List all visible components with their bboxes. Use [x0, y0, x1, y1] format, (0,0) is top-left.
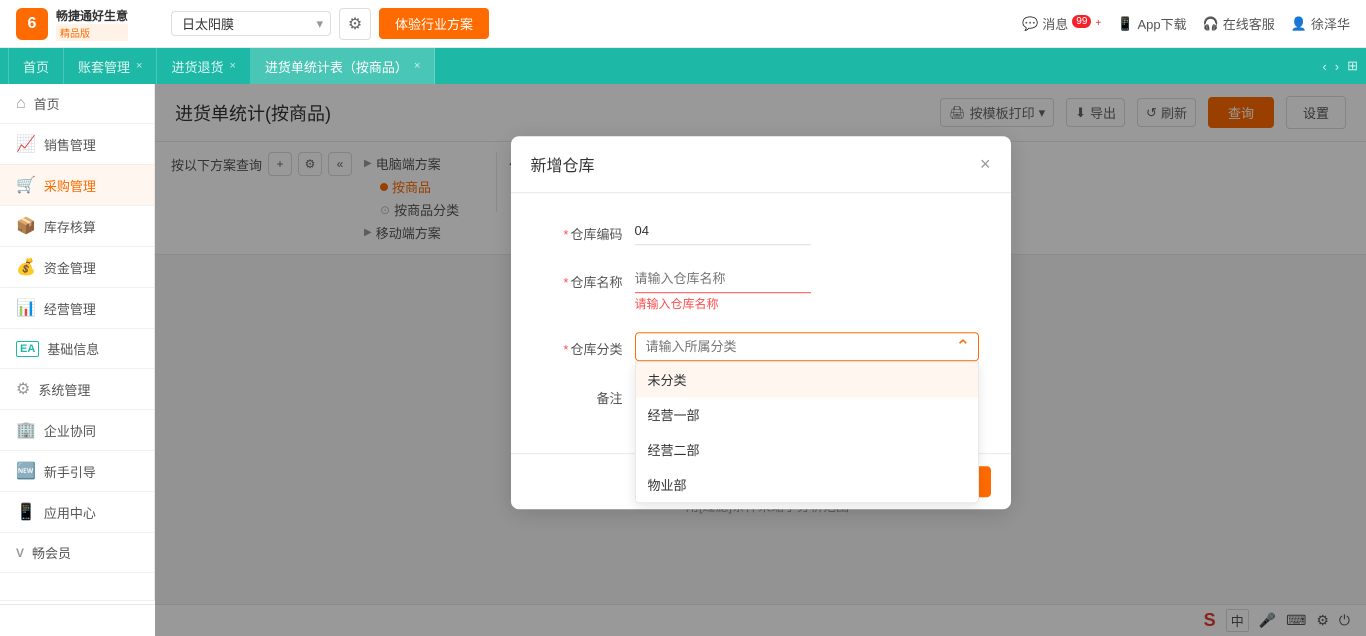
app-download-item[interactable]: 📱 App下载	[1117, 14, 1186, 33]
nav-tab-close-accounts[interactable]: ×	[136, 60, 142, 72]
sidebar-item-system[interactable]: ⚙ 系统管理	[0, 369, 154, 410]
sidebar-item-purchase[interactable]: 🛒 采购管理	[0, 165, 154, 206]
nav-tabs-actions: ‹ › ⊞	[1322, 58, 1358, 74]
category-dropdown-arrow[interactable]: ⌃	[955, 336, 970, 357]
sidebar-item-member[interactable]: V 畅会员	[0, 533, 154, 573]
category-select-wrap: ⌃ 未分类 经营一部 经营二部 物业部	[635, 332, 979, 361]
header-settings-icon[interactable]: ⚙	[339, 8, 371, 40]
basic-icon: EA	[16, 341, 39, 357]
apps-icon: 📱	[16, 502, 36, 522]
sidebar-item-finance[interactable]: 💰 资金管理	[0, 247, 154, 288]
phone-icon: 📱	[1117, 16, 1133, 32]
code-field-wrap	[635, 217, 979, 245]
dropdown-item-2[interactable]: 经营二部	[636, 432, 978, 467]
finance-icon: 💰	[16, 257, 36, 277]
sidebar-item-basic[interactable]: EA 基础信息	[0, 329, 154, 369]
sidebar-item-operations[interactable]: 📊 经营管理	[0, 288, 154, 329]
sidebar-item-home[interactable]: ⌂ 首页	[0, 84, 154, 124]
nav-tab-close-stats[interactable]: ×	[414, 60, 420, 72]
modal-close-button[interactable]: ×	[980, 154, 991, 175]
logo-text: 畅捷通好生意 精品版	[56, 7, 128, 41]
customer-service-item[interactable]: 🎧 在线客服	[1203, 14, 1275, 33]
name-input[interactable]	[635, 265, 811, 293]
form-row-code: *仓库编码	[543, 217, 979, 245]
sidebar-item-sales[interactable]: 📈 销售管理	[0, 124, 154, 165]
notes-label: 备注	[543, 381, 623, 407]
code-label: *仓库编码	[543, 217, 623, 243]
search-input[interactable]	[171, 11, 331, 36]
notification-badge: 99	[1072, 15, 1091, 28]
name-error-msg: 请输入仓库名称	[635, 295, 979, 312]
category-input[interactable]	[635, 332, 979, 361]
modal-new-warehouse: 新增仓库 × *仓库编码 *仓库名称	[511, 136, 1011, 509]
form-row-name: *仓库名称 请输入仓库名称	[543, 265, 979, 312]
trial-button[interactable]: 体验行业方案	[379, 8, 489, 39]
category-label: *仓库分类	[543, 332, 623, 358]
category-dropdown-list: 未分类 经营一部 经营二部 物业部	[635, 361, 979, 503]
nav-tab-close-returns[interactable]: ×	[229, 60, 235, 72]
headset-icon: 🎧	[1203, 16, 1219, 32]
operations-icon: 📊	[16, 298, 36, 318]
name-field-wrap: 请输入仓库名称	[635, 265, 979, 312]
sidebar: ⌂ 首页 📈 销售管理 🛒 采购管理 📦 库存核算 💰 资金管理 📊 经营管理 …	[0, 84, 155, 636]
guide-icon: 🆕	[16, 461, 36, 481]
notification-item[interactable]: 💬 消息 99 +	[1022, 14, 1101, 33]
system-icon: ⚙	[16, 379, 30, 399]
modal-header: 新增仓库 ×	[511, 136, 1011, 193]
member-icon: V	[16, 546, 24, 560]
purchase-icon: 🛒	[16, 175, 36, 195]
name-label: *仓库名称	[543, 265, 623, 291]
dropdown-item-1[interactable]: 经营一部	[636, 397, 978, 432]
nav-tab-stats[interactable]: 进货单统计表（按商品） ×	[251, 48, 435, 84]
message-icon: 💬	[1022, 16, 1038, 32]
sidebar-item-inventory[interactable]: 📦 库存核算	[0, 206, 154, 247]
sidebar-item-enterprise[interactable]: 🏢 企业协同	[0, 410, 154, 451]
header-right: 💬 消息 99 + 📱 App下载 🎧 在线客服 👤 徐泽华	[1022, 14, 1350, 33]
dropdown-item-0[interactable]: 未分类	[636, 362, 978, 397]
nav-tab-home[interactable]: 首页	[8, 48, 64, 84]
header-search-area: ⚙ 体验行业方案	[171, 8, 1022, 40]
sidebar-item-guide[interactable]: 🆕 新手引导	[0, 451, 154, 492]
nav-tab-returns[interactable]: 进货退货 ×	[157, 48, 250, 84]
user-profile[interactable]: 👤 徐泽华	[1291, 14, 1350, 33]
home-icon: ⌂	[16, 95, 26, 113]
nav-tabs-next[interactable]: ›	[1335, 59, 1339, 74]
modal-title: 新增仓库	[531, 152, 595, 176]
inventory-icon: 📦	[16, 216, 36, 236]
form-row-category: *仓库分类 ⌃ 未分类 经营一部 经营二部 物业部	[543, 332, 979, 361]
nav-tabs-bar: 首页 账套管理 × 进货退货 × 进货单统计表（按商品） × ‹ › ⊞	[0, 48, 1366, 84]
content-area: 进货单统计(按商品) 🖨 按模板打印 ▾ ⬇ 导出 ↺ 刷新 查询 设置	[155, 84, 1366, 636]
user-icon: 👤	[1291, 16, 1307, 32]
nav-tabs-prev[interactable]: ‹	[1322, 59, 1326, 74]
logo-area: 6 畅捷通好生意 精品版	[16, 7, 171, 41]
nav-tabs-expand[interactable]: ⊞	[1347, 58, 1358, 74]
enterprise-icon: 🏢	[16, 420, 36, 440]
modal-body: *仓库编码 *仓库名称 请输入仓库名称	[511, 193, 1011, 453]
top-header: 6 畅捷通好生意 精品版 ⚙ 体验行业方案 💬 消息 99 + 📱 App下载 …	[0, 0, 1366, 48]
sales-icon: 📈	[16, 134, 36, 154]
dropdown-item-3[interactable]: 物业部	[636, 467, 978, 502]
sidebar-item-apps[interactable]: 📱 应用中心	[0, 492, 154, 533]
nav-tab-accounts[interactable]: 账套管理 ×	[64, 48, 157, 84]
code-input[interactable]	[635, 217, 811, 245]
main-layout: ⌂ 首页 📈 销售管理 🛒 采购管理 📦 库存核算 💰 资金管理 📊 经营管理 …	[0, 84, 1366, 636]
logo-icon: 6	[16, 8, 48, 40]
search-select-wrap[interactable]	[171, 11, 331, 36]
